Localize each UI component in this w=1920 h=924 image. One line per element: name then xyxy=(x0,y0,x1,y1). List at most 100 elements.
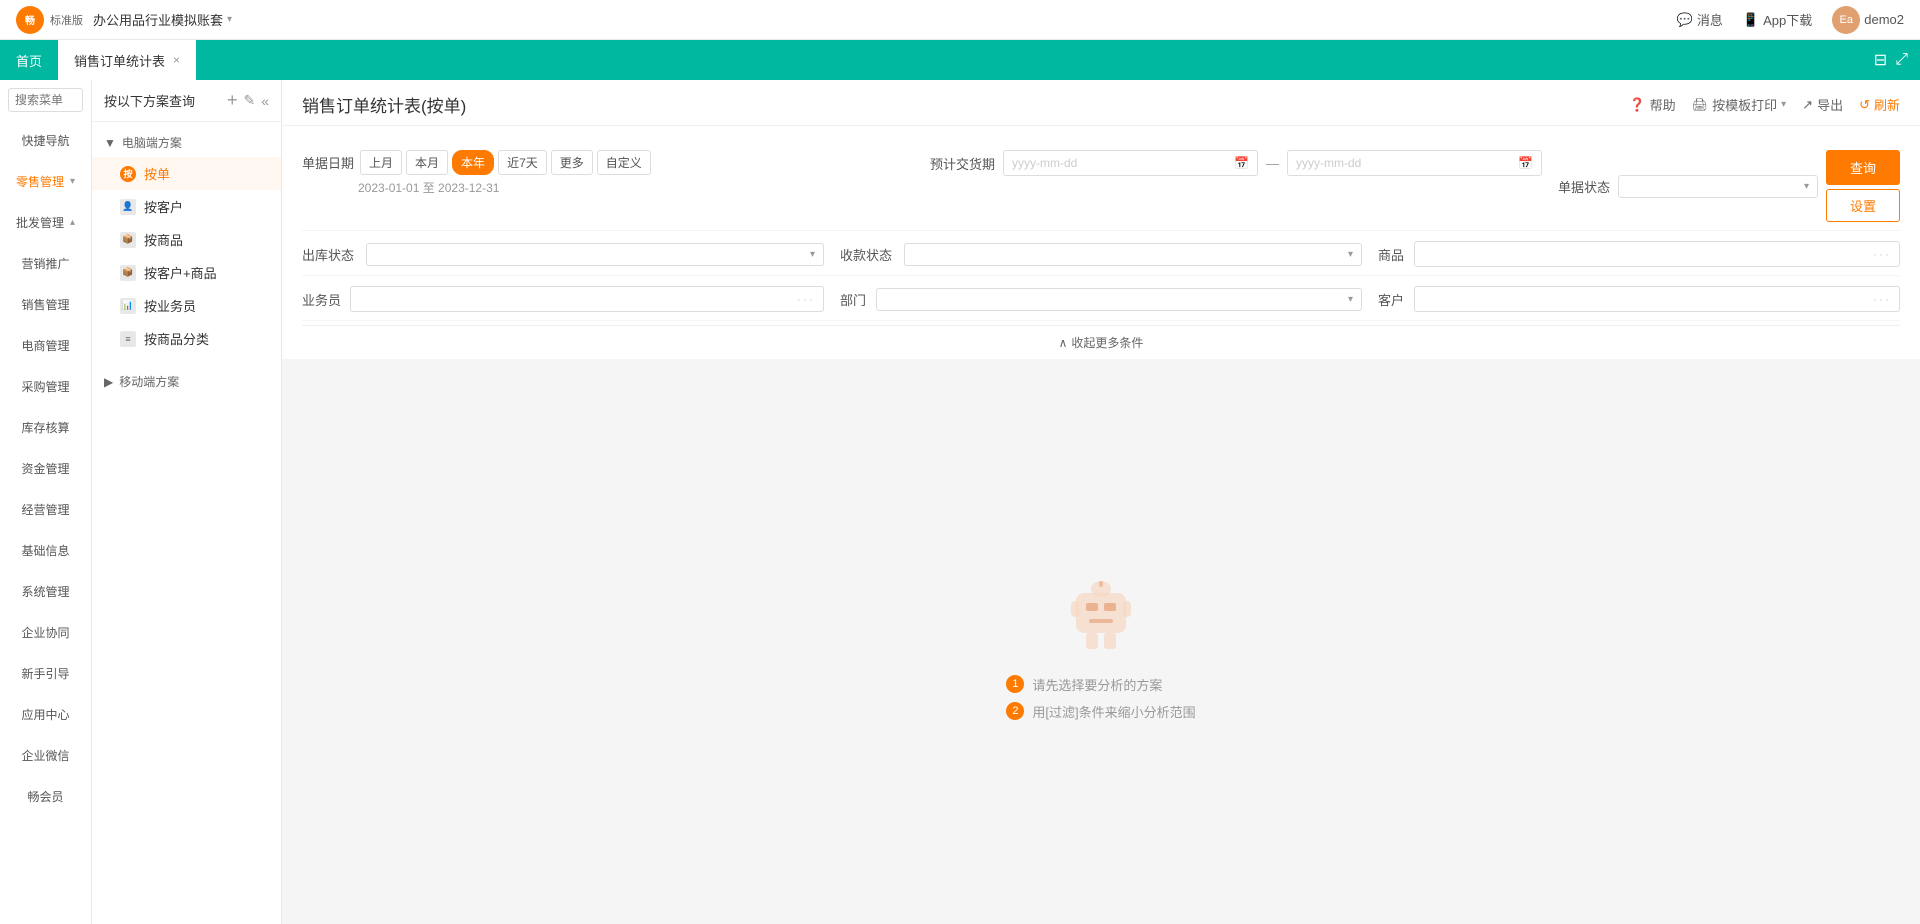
out-status-label: 出库状态 xyxy=(302,245,358,264)
sidebar-item-quick-nav[interactable]: 快捷导航 xyxy=(0,120,91,161)
tab-sales-stats[interactable]: 销售订单统计表 × xyxy=(58,40,196,80)
sidebar-item-sales[interactable]: 销售管理 xyxy=(0,284,91,325)
collapse-icon: ∧ xyxy=(1059,336,1068,350)
hint-text-2: 用[过滤]条件来缩小分析范围 xyxy=(1032,702,1195,721)
scheme-item-by-salesman[interactable]: 📊 按业务员 xyxy=(92,289,281,322)
scheme-edit-icon[interactable]: ✎ xyxy=(243,92,255,109)
date-btn-last-month[interactable]: 上月 xyxy=(360,150,402,175)
message-button[interactable]: 💬 消息 xyxy=(1677,10,1723,29)
query-button[interactable]: 查询 xyxy=(1826,150,1900,185)
sidebar-item-collab[interactable]: 企业协同 xyxy=(0,612,91,653)
filter-section: 单据日期 上月 本月 本年 近7天 更多 自定义 2023-01-01 至 20… xyxy=(282,126,1920,359)
collapse-conditions-button[interactable]: ∧ 收起更多条件 xyxy=(302,325,1900,359)
user-menu[interactable]: Ea demo2 xyxy=(1832,6,1904,34)
scheme-item-label-category: 按商品分类 xyxy=(144,329,209,348)
retail-arrow-icon: ▾ xyxy=(70,176,75,187)
date-btn-more[interactable]: 更多 xyxy=(551,150,593,175)
maximize-icon[interactable]: ⤢ xyxy=(1895,51,1908,69)
purchase-label: 采购管理 xyxy=(21,378,69,395)
scheme-collapse-icon[interactable]: « xyxy=(261,93,269,109)
date-btn-this-month[interactable]: 本月 xyxy=(406,150,448,175)
sidebar-item-basic[interactable]: 基础信息 xyxy=(0,530,91,571)
scheme-add-icon[interactable]: + xyxy=(227,90,238,111)
date-separator: — xyxy=(1266,156,1279,171)
delivery-date-to[interactable]: yyyy-mm-dd 📅 xyxy=(1287,150,1542,176)
refresh-button[interactable]: ↺ 刷新 xyxy=(1859,95,1900,114)
refresh-label: 刷新 xyxy=(1874,95,1900,114)
scheme-item-label-cust-goods: 按客户+商品 xyxy=(144,263,217,282)
goods-dots-icon: ··· xyxy=(1873,247,1891,261)
message-label: 消息 xyxy=(1697,10,1723,29)
cal-icon-from: 📅 xyxy=(1234,156,1249,170)
scheme-section-desktop: ▼ 电脑端方案 按 按单 👤 按客户 📦 按商品 📦 按客户+商品 xyxy=(92,122,281,361)
empty-hints: 1 请先选择要分析的方案 2 用[过滤]条件来缩小分析范围 xyxy=(1006,675,1195,721)
delivery-date-from[interactable]: yyyy-mm-dd 📅 xyxy=(1003,150,1258,176)
scheme-item-by-customer[interactable]: 👤 按客户 xyxy=(92,190,281,223)
scheme-section-mobile: ▶ 移动端方案 xyxy=(92,361,281,402)
finance-label: 资金管理 xyxy=(21,460,69,477)
sidebar-item-operations[interactable]: 经营管理 xyxy=(0,489,91,530)
sidebar-item-system[interactable]: 系统管理 xyxy=(0,571,91,612)
sidebar-item-purchase[interactable]: 采购管理 xyxy=(0,366,91,407)
scheme-section-arrow: ▼ xyxy=(104,136,116,150)
sidebar-item-app-center[interactable]: 应用中心 xyxy=(0,694,91,735)
sidebar-item-ecommerce[interactable]: 电商管理 xyxy=(0,325,91,366)
out-status-select[interactable]: ▾ xyxy=(366,243,824,266)
tab-home[interactable]: 首页 xyxy=(0,40,58,80)
date-btn-this-year[interactable]: 本年 xyxy=(452,150,494,175)
date-buttons: 上月 本月 本年 近7天 更多 自定义 xyxy=(360,150,651,175)
filter-row-2: 出库状态 ▾ 收款状态 ▾ 商品 xyxy=(302,231,1900,276)
scheme-section-desktop-title[interactable]: ▼ 电脑端方案 xyxy=(92,128,281,157)
collect-status-select[interactable]: ▾ xyxy=(904,243,1362,266)
operations-label: 经营管理 xyxy=(21,501,69,518)
sidebar-item-guide[interactable]: 新手引导 xyxy=(0,653,91,694)
scheme-item-by-customer-goods[interactable]: 📦 按客户+商品 xyxy=(92,256,281,289)
search-input[interactable] xyxy=(8,88,83,112)
sidebar-item-wholesale[interactable]: 批发管理 ▴ xyxy=(0,202,91,243)
tab-close-icon[interactable]: × xyxy=(173,53,180,67)
sidebar-item-marketing[interactable]: 营销推广 xyxy=(0,243,91,284)
quick-nav-label: 快捷导航 xyxy=(21,132,69,149)
scheme-header: 按以下方案查询 + ✎ « xyxy=(92,80,281,122)
scheme-section-mobile-title[interactable]: ▶ 移动端方案 xyxy=(92,367,281,396)
sidebar-item-finance[interactable]: 资金管理 xyxy=(0,448,91,489)
delivery-from-placeholder: yyyy-mm-dd xyxy=(1012,156,1077,170)
scheme-item-icon-category: ≡ xyxy=(120,331,136,347)
date-btn-7days[interactable]: 近7天 xyxy=(498,150,547,175)
department-select[interactable]: ▾ xyxy=(876,288,1362,311)
sidebar-item-member[interactable]: 畅会员 xyxy=(0,776,91,817)
sidebar-item-inventory[interactable]: 库存核算 xyxy=(0,407,91,448)
date-btn-custom[interactable]: 自定义 xyxy=(597,150,651,175)
company-selector[interactable]: 办公用品行业模拟账套 ▾ xyxy=(93,10,232,29)
print-button[interactable]: 🖨 按模板打印 ▾ xyxy=(1692,95,1787,114)
goods-select[interactable]: ··· xyxy=(1414,241,1900,267)
marketing-label: 营销推广 xyxy=(21,255,69,272)
export-button[interactable]: ↗ 导出 xyxy=(1802,95,1843,114)
status-select[interactable]: ▾ xyxy=(1618,175,1818,198)
scheme-item-by-order[interactable]: 按 按单 xyxy=(92,157,281,190)
top-bar-left: 畅 标准版 办公用品行业模拟账套 ▾ xyxy=(16,6,232,34)
logo-area: 畅 标准版 xyxy=(16,6,83,34)
empty-state: 1 请先选择要分析的方案 2 用[过滤]条件来缩小分析范围 xyxy=(282,359,1920,924)
goods-label: 商品 xyxy=(1378,245,1406,264)
sidebar-item-wechat[interactable]: 企业微信 xyxy=(0,735,91,776)
sidebar-search[interactable] xyxy=(0,80,91,120)
settings-button[interactable]: 设置 xyxy=(1826,189,1900,222)
scheme-item-by-category[interactable]: ≡ 按商品分类 xyxy=(92,322,281,355)
scheme-item-icon-customer: 👤 xyxy=(120,199,136,215)
minimize-icon[interactable]: ⊟ xyxy=(1874,50,1887,70)
help-button[interactable]: ❓ 帮助 xyxy=(1629,95,1675,114)
hint-num-2: 2 xyxy=(1006,702,1024,720)
app-download-button[interactable]: 📱 App下载 xyxy=(1743,10,1812,29)
tab-home-label: 首页 xyxy=(16,51,42,70)
scheme-item-by-goods[interactable]: 📦 按商品 xyxy=(92,223,281,256)
sidebar-item-retail[interactable]: 零售管理 ▾ xyxy=(0,161,91,202)
member-label: 畅会员 xyxy=(27,788,63,805)
ecommerce-label: 电商管理 xyxy=(21,337,69,354)
status-arrow-icon: ▾ xyxy=(1804,181,1809,192)
department-arrow: ▾ xyxy=(1348,294,1353,305)
content-panel: 按以下方案查询 + ✎ « ▼ 电脑端方案 按 按单 👤 按客户 xyxy=(92,80,1920,924)
tab-sales-stats-label: 销售订单统计表 xyxy=(74,51,165,70)
customer-select[interactable]: ··· xyxy=(1414,286,1900,312)
salesman-select[interactable]: ··· xyxy=(350,286,824,312)
